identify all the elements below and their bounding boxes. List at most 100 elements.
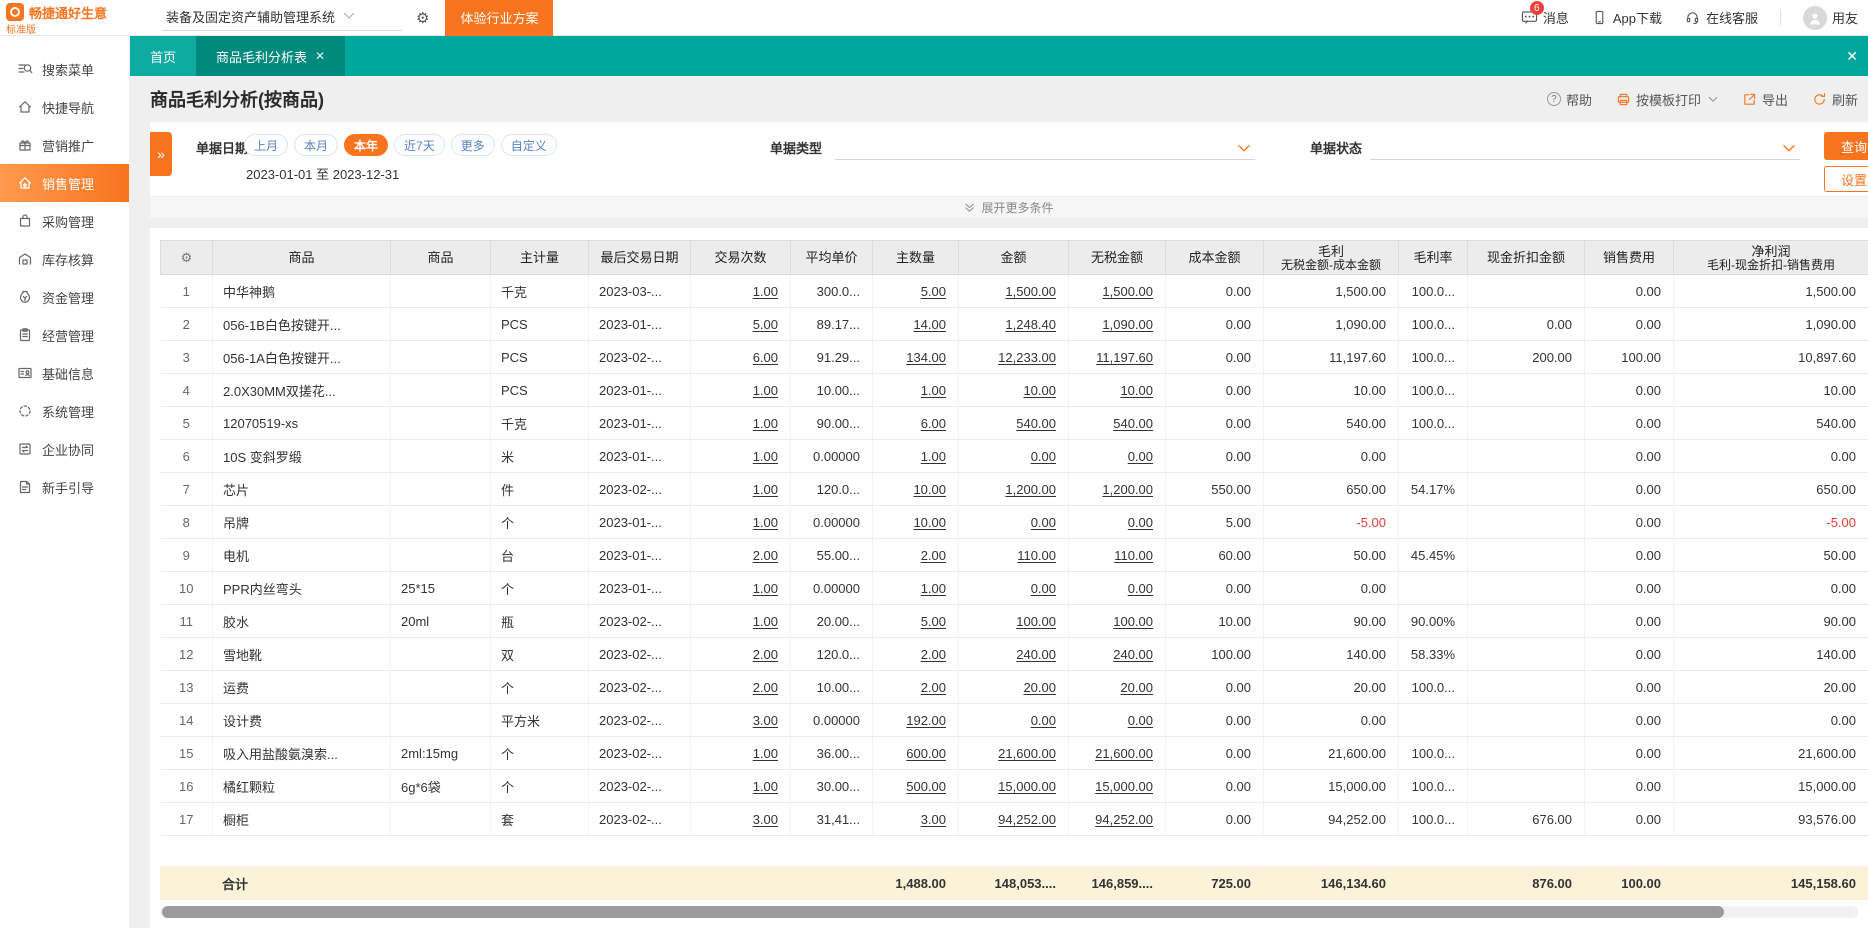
cell[interactable]: 6.00 [872,406,959,440]
cell[interactable]: 100.00 [958,604,1069,638]
doc-status-select[interactable] [1370,136,1800,160]
table-row[interactable]: 13 运费个 2023-02-... 2.00 10.00... 2.00 20.00 20.… [160,670,1868,704]
cell[interactable]: 20.00 [1068,670,1166,704]
cell[interactable]: 1.00 [690,769,791,803]
cell[interactable]: 94,252.00 [958,802,1069,836]
horizontal-scrollbar[interactable] [160,906,1858,918]
cell[interactable]: 14.00 [872,307,959,341]
cell[interactable]: 10.00 [958,373,1069,407]
sidebar-item-idcard[interactable]: 基础信息 [0,354,129,392]
table-row[interactable]: 4 2.0X30MM双搓花... PCS 2023-01-... 1.00 10.00..… [160,373,1868,407]
trial-plan-button[interactable]: 体验行业方案 [445,0,554,36]
column-settings-header[interactable]: ⚙ [160,240,213,275]
sidebar-item-system[interactable]: 系统管理 [0,392,129,430]
date-pill-4[interactable]: 更多 [450,134,495,156]
print-by-template-button[interactable]: 按模板打印 [1616,90,1718,109]
filter-settings-button[interactable]: 设置 [1824,166,1868,192]
table-row[interactable]: 7 芯片件 2023-02-... 1.00 120.0... 10.00 1,200.00… [160,472,1868,506]
expand-more-conditions[interactable]: 展开更多条件 [150,196,1868,218]
user-menu[interactable]: 用友 [1802,5,1858,30]
cell[interactable]: 100.00 [1068,604,1166,638]
refresh-button[interactable]: 刷新 [1812,90,1858,109]
cell[interactable]: 0.00 [1068,703,1166,737]
cell[interactable]: 0.00 [958,439,1069,473]
table-row[interactable]: 6 10S 变斜罗缎米 2023-01-... 1.00 0.00000 1.00 0.00… [160,439,1868,473]
sidebar-item-clipboard[interactable]: 经营管理 [0,316,129,354]
sidebar-item-home[interactable]: 快捷导航 [0,88,129,126]
query-button[interactable]: 查询 [1824,132,1868,160]
table-row[interactable]: 17 橱柜套 2023-02-... 3.00 31,41... 3.00 94,252.0… [160,802,1868,836]
table-row[interactable]: 2 056-1B白色按键开... PCS 2023-01-... 5.00 89.17..… [160,307,1868,341]
cell[interactable]: 15,000.00 [958,769,1069,803]
cell[interactable]: 134.00 [872,340,959,374]
cell[interactable]: 540.00 [1068,406,1166,440]
messages-button[interactable]: 消息 6 [1521,1,1569,27]
cell[interactable]: 540.00 [958,406,1069,440]
table-row[interactable]: 12 雪地靴双 2023-02-... 2.00 120.0... 2.00 240.00 2… [160,637,1868,671]
cell[interactable]: 11,197.60 [1068,340,1166,374]
cell[interactable]: 240.00 [958,637,1069,671]
cell[interactable]: 3.00 [690,703,791,737]
collapse-filter-button[interactable]: » [150,132,172,176]
scrollbar-thumb[interactable] [162,906,1725,918]
cell[interactable]: 2.00 [690,538,791,572]
cell[interactable]: 21,600.00 [958,736,1069,770]
cell[interactable]: 3.00 [690,802,791,836]
cell[interactable]: 1.00 [690,604,791,638]
date-pill-5[interactable]: 自定义 [500,134,557,156]
sidebar-item-collab[interactable]: 企业协同 [0,430,129,468]
tab-gross-profit-report[interactable]: 商品毛利分析表 ✕ [196,36,346,76]
cell[interactable]: 12,233.00 [958,340,1069,374]
cell[interactable]: 1.00 [690,406,791,440]
cell[interactable]: 1.00 [690,472,791,506]
cell[interactable]: 1,200.00 [958,472,1069,506]
sidebar-item-sales[interactable]: 销售管理 [0,164,129,202]
cell[interactable]: 1.00 [690,274,791,308]
help-button[interactable]: ? 帮助 [1546,90,1592,109]
cell[interactable]: 21,600.00 [1068,736,1166,770]
product-selector[interactable]: 装备及固定资产辅助管理系统 [162,5,402,31]
cell[interactable]: 5.00 [690,307,791,341]
online-service-button[interactable]: 在线客服 [1684,8,1758,27]
cell[interactable]: 1.00 [690,373,791,407]
cell[interactable]: 3.00 [872,802,959,836]
cell[interactable]: 2.00 [690,670,791,704]
cell[interactable]: 1,200.00 [1068,472,1166,506]
cell[interactable]: 1.00 [690,505,791,539]
app-download-button[interactable]: App下载 [1591,8,1662,27]
table-row[interactable]: 14 设计费 平方米 2023-02-... 3.00 0.00000 192.00 0.00… [160,703,1868,737]
table-row[interactable]: 1 中华神鹅 千克 2023-03-... 1.00 300.0... 5.00 1,500.… [160,274,1868,308]
sidebar-item-warehouse[interactable]: 库存核算 [0,240,129,278]
tabbar-close-icon[interactable]: ✕ [1846,36,1858,76]
tab-close-icon[interactable]: ✕ [315,49,325,63]
cell[interactable]: 1.00 [872,571,959,605]
cell[interactable]: 10.00 [872,472,959,506]
table-row[interactable]: 15 吸入用盐酸氨溴索... 2ml:15mg 个 2023-02-... 1.00 36.… [160,736,1868,770]
cell[interactable]: 0.00 [958,703,1069,737]
cell[interactable]: 1.00 [690,439,791,473]
cell[interactable]: 94,252.00 [1068,802,1166,836]
cell[interactable]: 5.00 [872,274,959,308]
table-row[interactable]: 9 电机台 2023-01-... 2.00 55.00... 2.00 110.00 110… [160,538,1868,572]
cell[interactable]: 10.00 [1068,373,1166,407]
tab-home[interactable]: 首页 [130,36,197,76]
chevron-down-icon[interactable] [1708,96,1718,103]
sidebar-item-money[interactable]: 资金管理 [0,278,129,316]
cell[interactable]: 0.00 [1068,505,1166,539]
table-row[interactable]: 8 吊牌个 2023-01-... 1.00 0.00000 10.00 0.00 0.00 5… [160,505,1868,539]
cell[interactable]: 1.00 [690,571,791,605]
cell[interactable]: 1,500.00 [958,274,1069,308]
cell[interactable]: 1.00 [872,439,959,473]
date-pill-0[interactable]: 上月 [244,134,289,156]
cell[interactable]: 2.00 [872,538,959,572]
cell[interactable]: 1,500.00 [1068,274,1166,308]
sidebar-item-bag[interactable]: 采购管理 [0,202,129,240]
date-pill-1[interactable]: 本月 [294,134,339,156]
date-range-value[interactable]: 2023-01-01 至 2023-12-31 [246,164,399,183]
date-pill-3[interactable]: 近7天 [394,134,445,156]
cell[interactable]: 110.00 [958,538,1069,572]
table-row[interactable]: 3 056-1A白色按键开... PCS 2023-02-... 6.00 91.29..… [160,340,1868,374]
cell[interactable]: 600.00 [872,736,959,770]
cell[interactable]: 2.00 [872,637,959,671]
cell[interactable]: 192.00 [872,703,959,737]
